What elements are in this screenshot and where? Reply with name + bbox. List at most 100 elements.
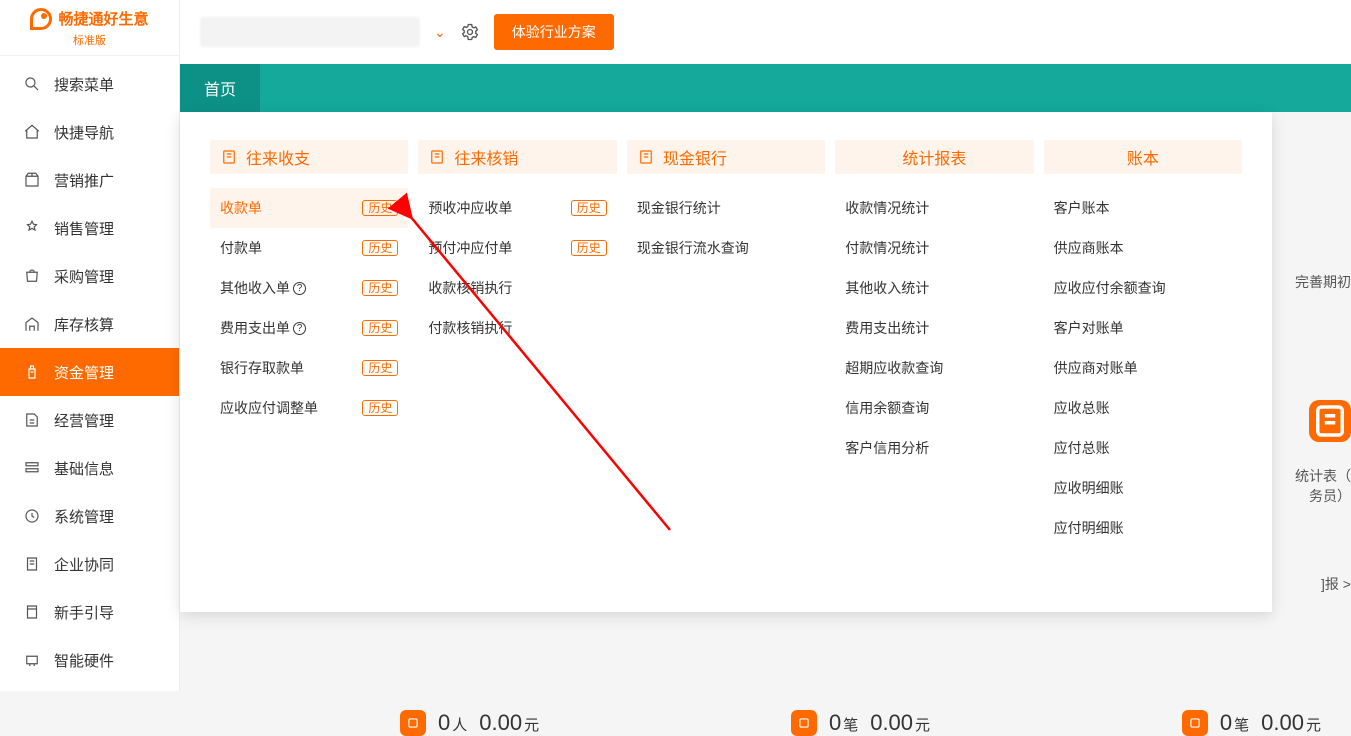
panel-item[interactable]: 信用余额查询 xyxy=(835,388,1033,428)
sidebar-item-8[interactable]: 基础信息 xyxy=(0,444,179,492)
panel-item[interactable]: 供应商账本 xyxy=(1044,228,1242,268)
sidebar-item-icon xyxy=(22,362,42,382)
panel-item[interactable]: 客户账本 xyxy=(1044,188,1242,228)
panel-column-4: 账本客户账本供应商账本应收应付余额查询客户对账单供应商对账单应收总账应付总账应收… xyxy=(1044,140,1242,584)
panel-item-label: 信用余额查询 xyxy=(845,398,929,418)
panel-item[interactable]: 应收明细账 xyxy=(1044,468,1242,508)
sidebar-item-label: 采购管理 xyxy=(54,266,114,287)
sidebar-item-7[interactable]: 经营管理 xyxy=(0,396,179,444)
sidebar-item-icon xyxy=(22,458,42,478)
sidebar-item-12[interactable]: 智能硬件 xyxy=(0,636,179,684)
brand-name: 畅捷通好生意 xyxy=(58,8,148,29)
sidebar-item-9[interactable]: 系统管理 xyxy=(0,492,179,540)
panel-item[interactable]: 现金银行流水查询 xyxy=(627,228,825,268)
panel-item[interactable]: 付款核销执行 xyxy=(418,308,616,348)
panel-item[interactable]: 其他收入单?历史 xyxy=(210,268,408,308)
panel-item[interactable]: 应收应付调整单 历史 xyxy=(210,388,408,428)
panel-item[interactable]: 超期应收款查询 xyxy=(835,348,1033,388)
sidebar-item-label: 基础信息 xyxy=(54,458,114,479)
panel-column-title: 统计报表 xyxy=(902,145,966,169)
sidebar-item-3[interactable]: 销售管理 xyxy=(0,204,179,252)
sidebar-item-4[interactable]: 采购管理 xyxy=(0,252,179,300)
panel-item-label: 付款情况统计 xyxy=(845,238,929,258)
stub-text: 务员） xyxy=(1309,486,1351,506)
brand-logo-icon xyxy=(30,8,52,30)
industry-plan-button[interactable]: 体验行业方案 xyxy=(494,14,614,50)
panel-item[interactable]: 现金银行统计 xyxy=(627,188,825,228)
panel-item[interactable]: 费用支出单? 历史 xyxy=(210,308,408,348)
sidebar-item-2[interactable]: 营销推广 xyxy=(0,156,179,204)
panel-item-label: 费用支出统计 xyxy=(845,318,929,338)
help-icon[interactable]: ? xyxy=(293,282,306,295)
panel-item-label: 应收应付调整单 xyxy=(220,398,318,418)
panel-item-label: 收款核销执行 xyxy=(428,278,512,298)
summary-amount: 0.00 xyxy=(870,710,913,735)
company-selector-blurred[interactable] xyxy=(200,17,420,47)
chevron-down-icon[interactable]: ⌄ xyxy=(434,24,446,41)
sidebar-item-icon xyxy=(22,218,42,238)
tab-home[interactable]: 首页 xyxy=(180,64,260,112)
sidebar-item-10[interactable]: 企业协同 xyxy=(0,540,179,588)
sidebar-item-11[interactable]: 新手引导 xyxy=(0,588,179,636)
sidebar-item-icon xyxy=(22,266,42,286)
sidebar-item-0[interactable]: 搜索菜单 xyxy=(0,60,179,108)
sidebar-item-label: 库存核算 xyxy=(54,314,114,335)
report-chip-icon[interactable] xyxy=(1309,400,1351,442)
brand-edition: 标准版 xyxy=(73,32,106,48)
sidebar-item-icon xyxy=(22,650,42,670)
panel-item-label: 预收冲应收单 xyxy=(428,198,512,218)
sidebar-item-label: 经营管理 xyxy=(54,410,114,431)
panel-item[interactable]: 客户对账单 xyxy=(1044,308,1242,348)
history-badge[interactable]: 历史 xyxy=(362,240,398,256)
panel-item-label: 客户账本 xyxy=(1054,198,1110,218)
history-badge[interactable]: 历史 xyxy=(362,360,398,376)
panel-item-label: 应付明细账 xyxy=(1054,518,1124,538)
panel-item[interactable]: 收款情况统计 xyxy=(835,188,1033,228)
settings-icon[interactable] xyxy=(460,22,480,42)
sidebar-item-icon xyxy=(22,554,42,574)
panel-item[interactable]: 预收冲应收单 历史 xyxy=(418,188,616,228)
sidebar-item-label: 智能硬件 xyxy=(54,650,114,671)
history-badge[interactable]: 历史 xyxy=(362,400,398,416)
panel-item-label: 费用支出单 xyxy=(220,318,290,338)
history-badge[interactable]: 历史 xyxy=(362,320,398,336)
history-badge[interactable]: 历史 xyxy=(571,240,607,256)
panel-item-label: 现金银行流水查询 xyxy=(637,238,749,258)
panel-item-label: 供应商账本 xyxy=(1054,238,1124,258)
panel-item[interactable]: 收款单历史 xyxy=(210,188,408,228)
panel-item[interactable]: 供应商对账单 xyxy=(1044,348,1242,388)
history-badge[interactable]: 历史 xyxy=(571,200,607,216)
help-icon[interactable]: ? xyxy=(293,322,306,335)
sidebar-item-icon xyxy=(22,314,42,334)
panel-item[interactable]: 收款核销执行 xyxy=(418,268,616,308)
panel-item[interactable]: 应收总账 xyxy=(1044,388,1242,428)
panel-item[interactable]: 应付总账 xyxy=(1044,428,1242,468)
panel-column-1: 往来核销预收冲应收单历史预付冲应付单历史收款核销执行付款核销执行 xyxy=(418,140,616,584)
panel-item[interactable]: 银行存取款单 历史 xyxy=(210,348,408,388)
summary-count: 0 xyxy=(829,710,841,735)
panel-item[interactable]: 费用支出统计 xyxy=(835,308,1033,348)
history-badge[interactable]: 历史 xyxy=(362,280,398,296)
panel-item-label: 超期应收款查询 xyxy=(845,358,943,378)
panel-item[interactable]: 其他收入统计 xyxy=(835,268,1033,308)
summary-icon xyxy=(1182,710,1208,736)
history-badge[interactable]: 历史 xyxy=(362,200,398,216)
panel-item-label: 付款单 xyxy=(220,238,262,258)
sidebar-item-6[interactable]: 资金管理 xyxy=(0,348,179,396)
summary-amount: 0.00 xyxy=(479,710,522,735)
panel-column-2: 现金银行现金银行统计现金银行流水查询 xyxy=(627,140,825,584)
sidebar-item-5[interactable]: 库存核算 xyxy=(0,300,179,348)
panel-column-header: 往来核销 xyxy=(418,140,616,174)
panel-item[interactable]: 付款单 历史 xyxy=(210,228,408,268)
panel-item[interactable]: 付款情况统计 xyxy=(835,228,1033,268)
topbar: ⌄ 体验行业方案 xyxy=(180,0,1351,64)
panel-item[interactable]: 应付明细账 xyxy=(1044,508,1242,548)
panel-item[interactable]: 预付冲应付单历史 xyxy=(418,228,616,268)
sidebar-item-1[interactable]: 快捷导航 xyxy=(0,108,179,156)
panel-item-label: 银行存取款单 xyxy=(220,358,304,378)
panel-item-label: 供应商对账单 xyxy=(1054,358,1138,378)
stub-text: 完善期初 xyxy=(1295,272,1351,292)
panel-item[interactable]: 应收应付余额查询 xyxy=(1044,268,1242,308)
panel-column-header: 统计报表 xyxy=(835,140,1033,174)
panel-item[interactable]: 客户信用分析 xyxy=(835,428,1033,468)
